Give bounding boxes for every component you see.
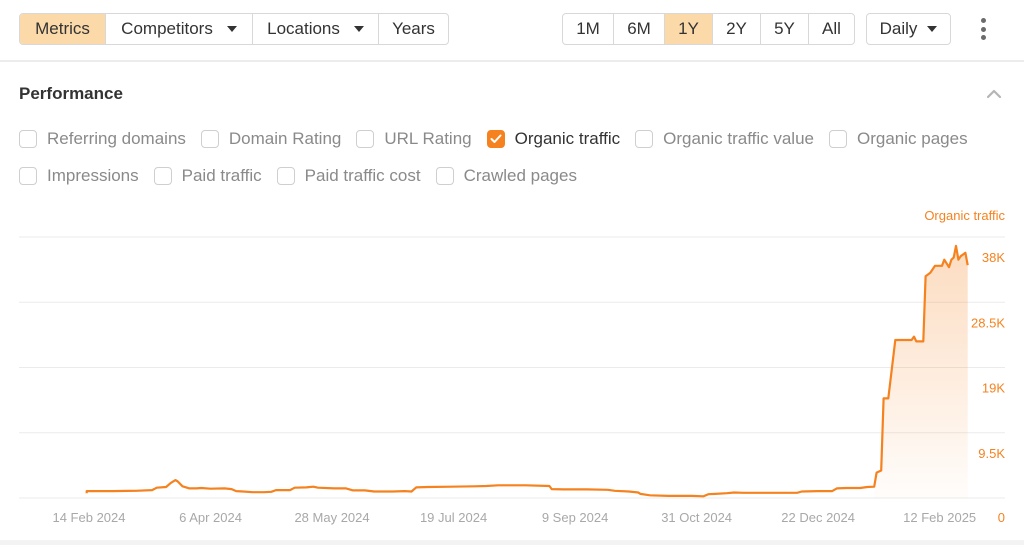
range-2y-button[interactable]: 2Y <box>713 14 761 44</box>
metric-organic-traffic[interactable]: Organic traffic <box>486 129 620 149</box>
metric-row: Impressions Paid traffic Paid traffic co… <box>19 163 1019 189</box>
ellipsis-dot <box>980 35 986 40</box>
checkbox[interactable] <box>19 130 37 148</box>
x-tick-label: 12 Feb 2025 <box>903 510 976 525</box>
organic-traffic-chart[interactable]: 0 9.5K 19K 28.5K 38K 14 Feb 2024 6 Apr 2024 28… <box>0 200 1024 545</box>
caret-down-icon <box>226 26 237 32</box>
y-tick-label: 9.5K <box>978 446 1005 461</box>
metric-paid-traffic-cost[interactable]: Paid traffic cost <box>276 166 421 186</box>
view-tabs: Metrics Competitors Locations Years <box>19 13 449 45</box>
collapse-button[interactable] <box>986 87 1002 99</box>
y-tick-label: 19K <box>982 381 1005 396</box>
toolbar-divider <box>0 60 1024 62</box>
y-tick-label: 28.5K <box>971 315 1005 330</box>
x-tick-label: 9 Sep 2024 <box>542 510 609 525</box>
metric-organic-pages[interactable]: Organic pages <box>829 129 968 149</box>
series-area <box>874 245 968 498</box>
y-tick-label: 0 <box>998 510 1005 525</box>
more-options-button[interactable] <box>976 18 990 40</box>
tab-metrics[interactable]: Metrics <box>20 14 106 44</box>
checkbox[interactable] <box>19 167 37 185</box>
checkbox[interactable] <box>153 167 172 185</box>
series-line <box>85 244 969 498</box>
interval-dropdown[interactable]: Daily <box>866 13 951 45</box>
interval-select[interactable]: Daily <box>867 14 950 44</box>
checkbox-checked[interactable] <box>486 130 505 148</box>
range-all-button[interactable]: All <box>809 14 854 44</box>
toolbar: Metrics Competitors Locations Years 1M 6… <box>0 0 1024 62</box>
checkbox[interactable] <box>276 167 295 185</box>
checkbox[interactable] <box>635 130 654 148</box>
checkmark-icon <box>490 134 502 143</box>
x-axis-labels: 14 Feb 2024 6 Apr 2024 28 May 2024 19 Jul 2… <box>52 510 976 525</box>
checkbox[interactable] <box>356 130 375 148</box>
metric-paid-traffic[interactable]: Paid traffic <box>153 166 262 186</box>
ellipsis-dot <box>980 26 986 32</box>
y-axis-labels: 0 9.5K 19K 28.5K 38K <box>971 250 1005 525</box>
chevron-up-icon <box>986 89 1002 99</box>
organic-traffic-line[interactable] <box>85 244 969 498</box>
competitors-dropdown[interactable]: Competitors <box>106 14 253 44</box>
x-tick-label: 31 Oct 2024 <box>661 510 732 525</box>
y-tick-label: 38K <box>982 250 1005 265</box>
x-tick-label: 28 May 2024 <box>294 510 369 525</box>
checkbox[interactable] <box>435 167 454 185</box>
range-6m-button[interactable]: 6M <box>614 14 665 44</box>
x-tick-label: 19 Jul 2024 <box>420 510 487 525</box>
x-tick-label: 6 Apr 2024 <box>179 510 242 525</box>
range-1m-button[interactable]: 1M <box>563 14 614 44</box>
bottom-border <box>0 540 1024 545</box>
metric-selector: Referring domains Domain Rating URL Rati… <box>19 126 1019 200</box>
tab-years[interactable]: Years <box>379 14 448 44</box>
range-1y-button[interactable]: 1Y <box>665 14 713 44</box>
section-title: Performance <box>19 84 123 103</box>
metric-url-rating[interactable]: URL Rating <box>356 129 472 149</box>
checkbox[interactable] <box>200 130 219 148</box>
metric-crawled-pages[interactable]: Crawled pages <box>435 166 577 186</box>
grid-lines <box>19 236 1005 499</box>
metric-referring-domains[interactable]: Referring domains <box>19 129 186 149</box>
metric-row: Referring domains Domain Rating URL Rati… <box>19 126 1019 152</box>
vertical-ellipsis-icon <box>980 18 986 23</box>
x-tick-label: 14 Feb 2024 <box>52 510 125 525</box>
range-selector: 1M 6M 1Y 2Y 5Y All <box>562 13 855 45</box>
metric-organic-traffic-value[interactable]: Organic traffic value <box>635 129 814 149</box>
metric-impressions[interactable]: Impressions <box>19 166 139 186</box>
locations-dropdown[interactable]: Locations <box>253 14 379 44</box>
caret-down-icon <box>927 26 938 32</box>
y-axis-title: Organic traffic <box>924 208 1005 223</box>
chart-canvas[interactable]: 0 9.5K 19K 28.5K 38K 14 Feb 2024 6 Apr 2024 28… <box>0 200 1024 545</box>
series-area-fill <box>874 245 968 498</box>
metric-domain-rating[interactable]: Domain Rating <box>200 129 341 149</box>
x-tick-label: 22 Dec 2024 <box>781 510 855 525</box>
checkbox[interactable] <box>829 130 847 148</box>
caret-down-icon <box>353 26 364 32</box>
range-5y-button[interactable]: 5Y <box>761 14 809 44</box>
